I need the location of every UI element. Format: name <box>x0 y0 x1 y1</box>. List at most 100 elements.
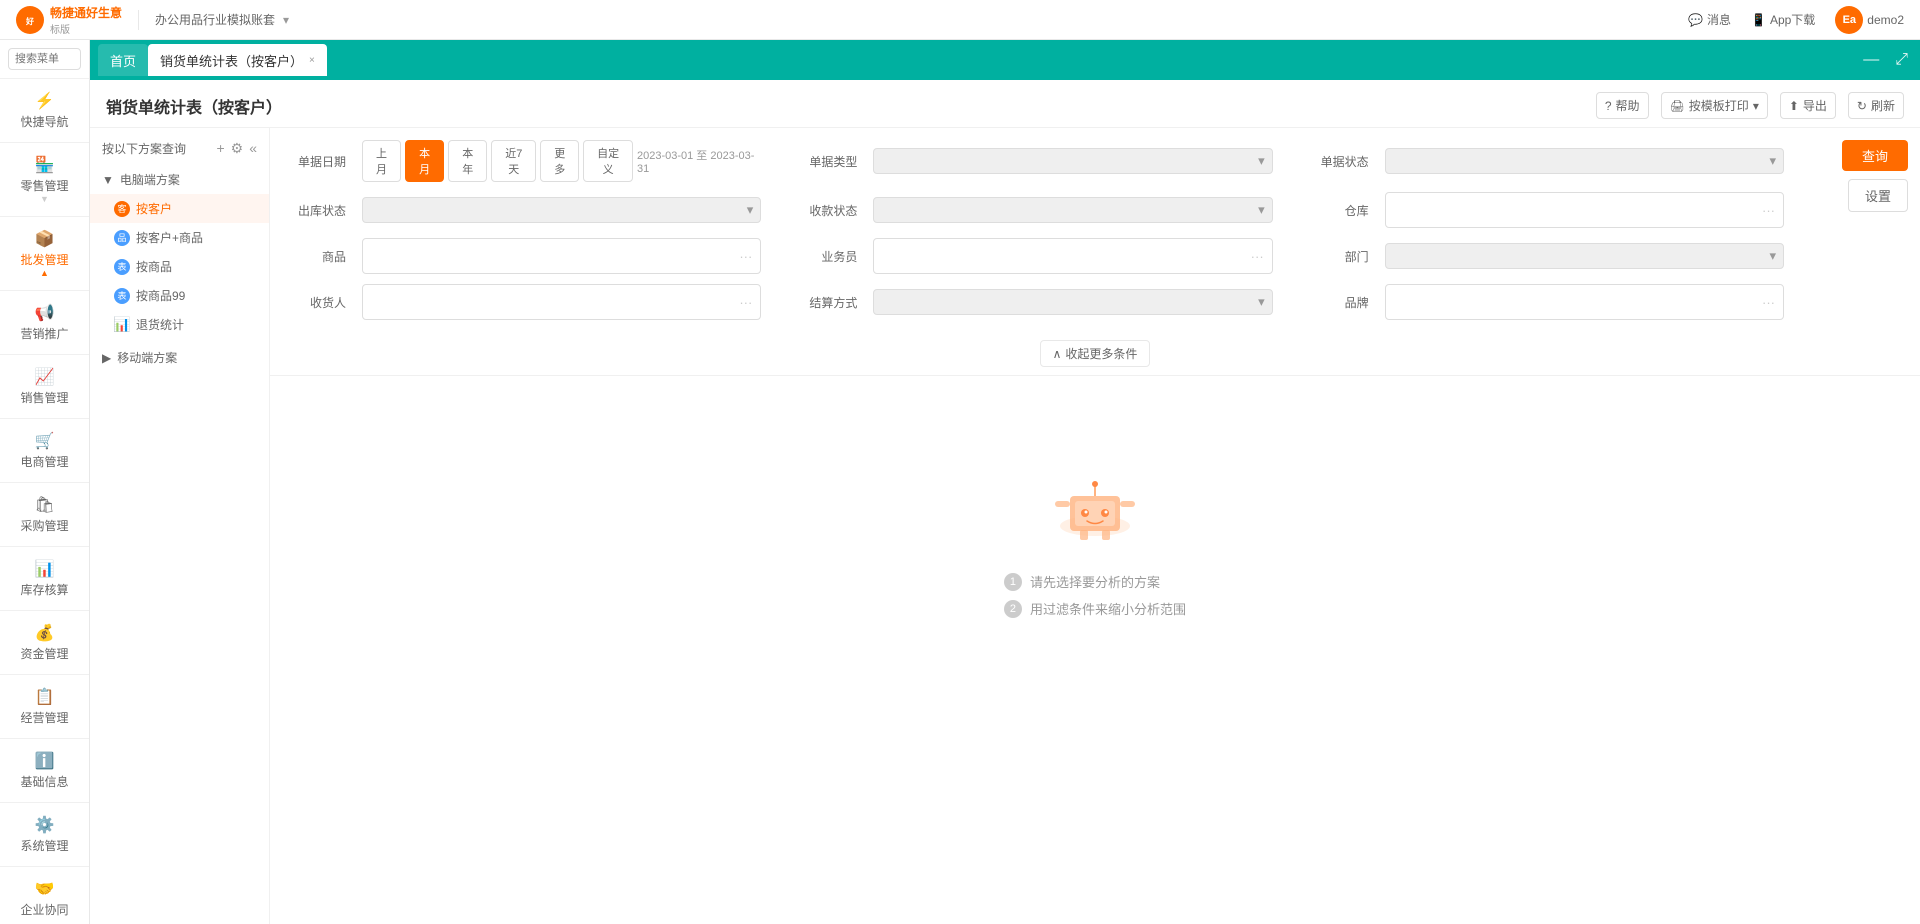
salesperson-dots-btn[interactable]: ··· <box>1251 249 1264 264</box>
date-this-year-btn[interactable]: 本年 <box>448 140 487 182</box>
scheme-by-customer-goods[interactable]: 品 按客户+商品 <box>90 223 269 252</box>
receiver-input-wrapper: ··· <box>362 284 761 320</box>
help-button[interactable]: ? 帮助 <box>1596 92 1649 119</box>
settlement-select[interactable] <box>873 289 1272 315</box>
order-type-control <box>873 148 1272 174</box>
payment-status-control <box>873 197 1272 223</box>
salesperson-input[interactable] <box>882 243 1250 269</box>
date-this-month-btn[interactable]: 本月 <box>405 140 444 182</box>
order-type-select[interactable] <box>873 148 1272 174</box>
message-button[interactable]: 💬 消息 <box>1688 11 1731 28</box>
sidebar-item-enterprise[interactable]: 🤝 企业协同 <box>0 867 89 924</box>
collapse-bar: ∧ 收起更多条件 <box>270 332 1920 376</box>
desktop-group-label: 电脑端方案 <box>120 171 180 188</box>
tab-home[interactable]: 首页 <box>98 44 148 76</box>
sidebar-item-operations[interactable]: 📋 经营管理 <box>0 675 89 739</box>
date-last-month-btn[interactable]: 上月 <box>362 140 401 182</box>
logo-icon: 好 <box>16 6 44 34</box>
date-custom-btn[interactable]: 自定义 <box>583 140 633 182</box>
finance-icon: 💰 <box>8 623 81 643</box>
receiver-dots-btn[interactable]: ··· <box>739 295 752 310</box>
ecommerce-icon: 🛒 <box>8 431 81 451</box>
order-status-control <box>1385 148 1784 174</box>
scheme-settings-button[interactable]: ⚙ <box>231 140 244 157</box>
date-filter-group: 上月 本月 本年 近7天 更多 自定义 2023-03-01 至 2023-03… <box>362 140 761 182</box>
sidebar-item-inventory[interactable]: 📊 库存核算 <box>0 547 89 611</box>
brand-input[interactable] <box>1394 289 1762 315</box>
export-button[interactable]: ⬆ 导出 <box>1780 92 1836 119</box>
scheme-by-customer[interactable]: 客 按客户 <box>90 194 269 223</box>
warehouse-dots-btn[interactable]: ··· <box>1762 203 1775 218</box>
brand-dots-btn[interactable]: ··· <box>1762 295 1775 310</box>
print-button[interactable]: 🖨 按模板打印 ▾ <box>1661 92 1768 119</box>
sidebar: ⚡ 快捷导航 🏪 零售管理 ▼ 📦 批发管理 ▲ 📢 营销推广 📈 销售管理 🛒… <box>0 40 90 924</box>
payment-status-label: 收款状态 <box>797 202 857 219</box>
tab-close-button[interactable]: × <box>309 55 315 66</box>
sidebar-item-purchase[interactable]: 🛍 采购管理 <box>0 483 89 547</box>
inner-page: 销货单统计表（按客户） ? 帮助 🖨 按模板打印 ▾ ⬆ <box>90 80 1920 924</box>
content-area: 首页 销货单统计表（按客户） × — ⤢ 销货单统计表（按客户） ? <box>90 40 1920 924</box>
warehouse-input[interactable] <box>1394 197 1762 223</box>
goods-input[interactable] <box>371 243 739 269</box>
tree-group-mobile: ▶ 移动端方案 <box>90 343 269 372</box>
receiver-input[interactable] <box>371 289 739 315</box>
filter-row-4: 收货人 ··· 结算方式 <box>286 284 1784 320</box>
app-download-button[interactable]: 📱 App下载 <box>1751 11 1815 28</box>
date-label: 单据日期 <box>286 153 346 170</box>
sidebar-item-quick-nav[interactable]: ⚡ 快捷导航 <box>0 79 89 143</box>
order-type-select-wrapper <box>873 148 1272 174</box>
settlement-select-wrapper <box>873 289 1272 315</box>
tabs-bar: 首页 销货单统计表（按客户） × — ⤢ <box>90 40 1920 80</box>
tabs-bar-right: — ⤢ <box>1859 47 1912 73</box>
collapse-panel-button[interactable]: « <box>249 140 257 157</box>
svg-text:好: 好 <box>25 16 34 26</box>
salesperson-label: 业务员 <box>797 248 857 265</box>
desktop-group-toggle[interactable]: ▼ 电脑端方案 <box>90 165 269 194</box>
collapse-more-conditions-button[interactable]: ∧ 收起更多条件 <box>1040 340 1151 367</box>
payment-status-select[interactable] <box>873 197 1272 223</box>
tab-expand-button[interactable]: ⤢ <box>1891 47 1912 73</box>
header-divider <box>138 10 139 30</box>
page-actions: ? 帮助 🖨 按模板打印 ▾ ⬆ 导出 ↻ <box>1596 92 1904 119</box>
sidebar-item-finance[interactable]: 💰 资金管理 <box>0 611 89 675</box>
wholesale-arrow: ▲ <box>8 268 81 278</box>
refresh-button[interactable]: ↻ 刷新 <box>1848 92 1904 119</box>
empty-state: 1 请先选择要分析的方案 2 用过滤条件来缩小分析范围 <box>270 376 1920 706</box>
sidebar-item-system[interactable]: ⚙️ 系统管理 <box>0 803 89 867</box>
sidebar-item-wholesale[interactable]: 📦 批发管理 ▲ <box>0 217 89 291</box>
sidebar-item-sales[interactable]: 📈 销售管理 <box>0 355 89 419</box>
sidebar-item-basics[interactable]: ℹ️ 基础信息 <box>0 739 89 803</box>
quick-nav-icon: ⚡ <box>8 91 81 111</box>
department-label: 部门 <box>1309 248 1369 265</box>
goods-input-wrapper: ··· <box>362 238 761 274</box>
query-button[interactable]: 查询 <box>1842 140 1908 171</box>
left-panel-header: 按以下方案查询 + ⚙ « <box>90 136 269 165</box>
right-buttons-area: 查询 设置 <box>1800 128 1920 332</box>
receiver-label: 收货人 <box>286 294 346 311</box>
goods-dots-btn[interactable]: ··· <box>739 249 752 264</box>
date-more-btn[interactable]: 更多 <box>540 140 579 182</box>
scheme-by-goods[interactable]: 表 按商品 <box>90 252 269 281</box>
industry-dropdown[interactable]: ▾ <box>283 13 289 27</box>
tab-minimize-button[interactable]: — <box>1859 47 1883 73</box>
settings-button[interactable]: 设置 <box>1848 179 1908 212</box>
inventory-icon: 📊 <box>8 559 81 579</box>
add-scheme-button[interactable]: + <box>216 140 224 157</box>
mobile-group-toggle[interactable]: ▶ 移动端方案 <box>90 343 269 372</box>
scheme-return-stats[interactable]: 📊 退货统计 <box>90 310 269 339</box>
left-panel: 按以下方案查询 + ⚙ « ▼ 电脑端方案 <box>90 128 270 924</box>
empty-tips: 1 请先选择要分析的方案 2 用过滤条件来缩小分析范围 <box>1004 572 1186 626</box>
sidebar-item-retail[interactable]: 🏪 零售管理 ▼ <box>0 143 89 217</box>
out-status-select[interactable] <box>362 197 761 223</box>
tab-sales-customer[interactable]: 销货单统计表（按客户） × <box>148 44 327 76</box>
search-input[interactable] <box>8 48 81 70</box>
left-panel-title: 按以下方案查询 <box>102 140 186 157</box>
sidebar-item-marketing[interactable]: 📢 营销推广 <box>0 291 89 355</box>
user-menu[interactable]: Ea demo2 <box>1835 6 1904 34</box>
sidebar-item-ecommerce[interactable]: 🛒 电商管理 <box>0 419 89 483</box>
scheme-by-goods-99[interactable]: 表 按商品99 <box>90 281 269 310</box>
date-7days-btn[interactable]: 近7天 <box>491 140 536 182</box>
department-select[interactable] <box>1385 243 1784 269</box>
order-status-select[interactable] <box>1385 148 1784 174</box>
top-header: 好 畅捷通好生意 标版 办公用品行业模拟账套 ▾ 💬 消息 📱 App下载 Ea… <box>0 0 1920 40</box>
